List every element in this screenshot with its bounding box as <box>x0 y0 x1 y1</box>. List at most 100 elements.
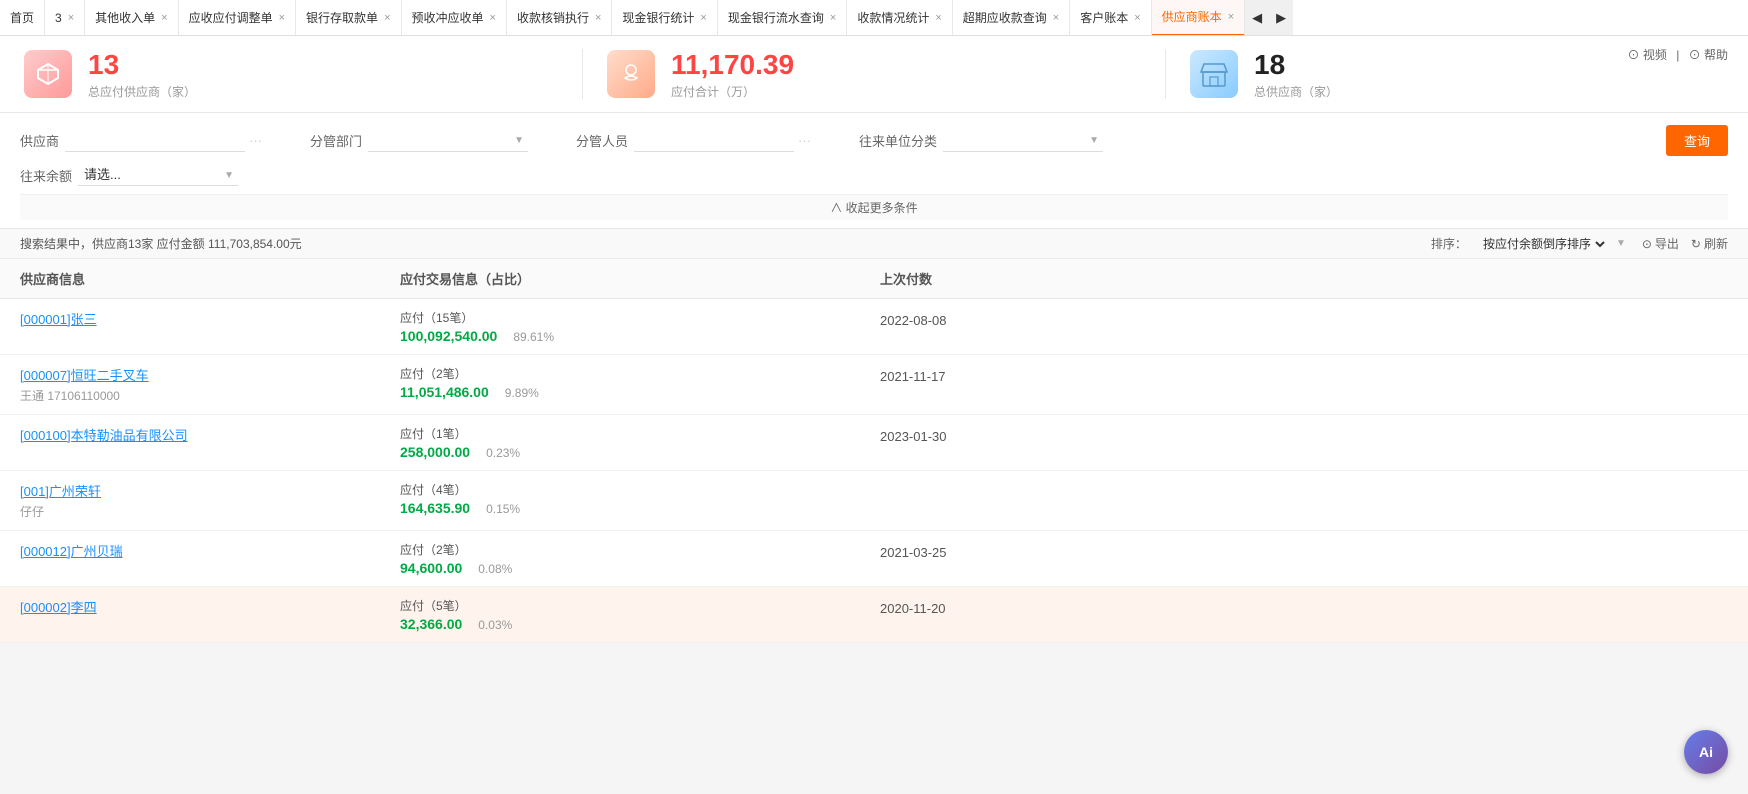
payable-count-4: 应付（4笔） <box>400 481 880 498</box>
close-icon[interactable]: × <box>490 12 496 24</box>
nav-tab-collection[interactable]: 收款核销执行 × <box>507 0 612 36</box>
category-select[interactable] <box>943 130 1103 152</box>
nav-tab-supplier-account[interactable]: 供应商账本 × <box>1152 0 1245 36</box>
payable-info-4: 应付（4笔） 164,635.90 0.15% <box>400 481 880 516</box>
ai-badge[interactable]: Ai <box>1684 730 1728 774</box>
table-row: [000007]恒旺二手叉车 王通 17106110000 应付（2笔） 11,… <box>0 355 1748 415</box>
payable-pct-3: 0.23% <box>486 446 520 460</box>
person-input[interactable] <box>634 130 794 152</box>
dept-select[interactable] <box>368 130 528 152</box>
supplier-info-5: [000012]广州贝瑞 <box>20 541 400 560</box>
last-pay-5: 2021-03-25 <box>880 541 1728 560</box>
chevron-down-icon: ▼ <box>1616 238 1626 249</box>
close-icon[interactable]: × <box>700 12 706 24</box>
supplier-info-6: [000002]李四 <box>20 597 400 616</box>
supplier-link-6[interactable]: [000002]李四 <box>20 597 400 616</box>
payable-amount-3: 258,000.00 <box>400 444 470 460</box>
filter-row-2: 往来余额 请选... ▼ <box>20 164 1728 186</box>
nav-tab-t3-label: 3 <box>55 11 62 25</box>
video-link[interactable]: ⊙ 视频 <box>1627 48 1666 62</box>
top-links: ⊙ 视频 | ⊙ 帮助 <box>1627 46 1728 63</box>
supplier-input[interactable] <box>65 130 245 152</box>
result-bar: 搜索结果中，供应商13家 应付金额 111,703,854.00元 排序： 按应… <box>0 229 1748 259</box>
balance-filter-label: 往来余额 <box>20 166 72 185</box>
supplier-sub-2: 王通 17106110000 <box>20 387 400 404</box>
filter-dept: 分管部门 ▼ <box>310 130 528 152</box>
last-pay-date-6: 2020-11-20 <box>880 597 1728 616</box>
nav-tab-other-income-label: 其他收入单 <box>95 9 155 26</box>
export-button[interactable]: ⊙ 导出 <box>1642 235 1679 252</box>
payable-count-6: 应付（5笔） <box>400 597 880 614</box>
nav-tab-advance[interactable]: 预收冲应收单 × <box>402 0 507 36</box>
nav-arrow-right[interactable]: ▶ <box>1269 0 1293 36</box>
nav-tab-cash-bank-flow[interactable]: 现金银行流水查询 × <box>718 0 847 36</box>
supplier-link-1[interactable]: [000001]张三 <box>20 309 400 328</box>
payable-count-5: 应付（2笔） <box>400 541 880 558</box>
table-row: [000012]广州贝瑞 应付（2笔） 94,600.00 0.08% 2021… <box>0 531 1748 587</box>
close-icon[interactable]: × <box>830 12 836 24</box>
supplier-link-2[interactable]: [000007]恒旺二手叉车 <box>20 365 400 384</box>
refresh-icon: ↻ <box>1691 237 1701 251</box>
close-icon[interactable]: × <box>279 12 285 24</box>
nav-tab-ap-adjust[interactable]: 应收应付调整单 × <box>179 0 296 36</box>
last-pay-date-3: 2023-01-30 <box>880 425 1728 444</box>
collapse-button[interactable]: ∧ 收起更多条件 <box>20 194 1728 220</box>
query-button[interactable]: 查询 <box>1666 125 1728 156</box>
nav-tab-overdue[interactable]: 超期应收款查询 × <box>953 0 1070 36</box>
close-icon[interactable]: × <box>1053 12 1059 24</box>
supplier-more-icon[interactable]: ··· <box>249 133 262 148</box>
payable-pct-1: 89.61% <box>513 330 554 344</box>
table-header: 供应商信息 应付交易信息（占比） 上次付数 <box>0 259 1748 299</box>
nav-tab-t3[interactable]: 3 × <box>45 0 85 36</box>
supplier-link-5[interactable]: [000012]广州贝瑞 <box>20 541 400 560</box>
supplier-link-3[interactable]: [000100]本特勒油品有限公司 <box>20 425 400 444</box>
supplier-info-4: [001]广州荣轩 仔仔 <box>20 481 400 520</box>
person-more-icon[interactable]: ··· <box>798 133 811 148</box>
last-pay-4 <box>880 481 1728 485</box>
close-icon[interactable]: × <box>595 12 601 24</box>
filter-row-1: 供应商 ··· 分管部门 ▼ 分管人员 ··· 往来单位分类 <box>20 125 1728 156</box>
sort-label: 排序： <box>1431 235 1467 252</box>
payable-amount-5: 94,600.00 <box>400 560 462 576</box>
export-icon: ⊙ <box>1642 237 1652 251</box>
nav-tab-cash-bank-flow-label: 现金银行流水查询 <box>728 9 824 26</box>
nav-tab-t3-close[interactable]: × <box>68 12 74 24</box>
last-pay-3: 2023-01-30 <box>880 425 1728 444</box>
nav-tab-bank-deposit[interactable]: 银行存取款单 × <box>296 0 401 36</box>
nav-tab-collection-stats[interactable]: 收款情况统计 × <box>847 0 952 36</box>
help-link[interactable]: ⊙ 帮助 <box>1689 48 1728 62</box>
refresh-button[interactable]: ↻ 刷新 <box>1691 235 1728 252</box>
close-icon[interactable]: × <box>384 12 390 24</box>
dept-select-wrap: ▼ <box>368 130 528 152</box>
payable-info-5: 应付（2笔） 94,600.00 0.08% <box>400 541 880 576</box>
summary-item-payable-suppliers: 13 总应付供应商（家） <box>20 46 562 102</box>
close-icon[interactable]: × <box>935 12 941 24</box>
nav-tab-cash-bank-stats[interactable]: 现金银行统计 × <box>612 0 717 36</box>
total-payable-suppliers-number: 13 <box>88 48 196 82</box>
divider <box>1165 49 1166 99</box>
nav-tab-home[interactable]: 首页 <box>0 0 45 36</box>
close-icon[interactable]: × <box>161 12 167 24</box>
dept-filter-label: 分管部门 <box>310 131 362 150</box>
nav-tab-collection-label: 收款核销执行 <box>517 9 589 26</box>
header-last-pay: 上次付数 <box>880 269 1728 288</box>
nav-tab-other-income[interactable]: 其他收入单 × <box>85 0 178 36</box>
shop-icon <box>1186 46 1242 102</box>
sort-select[interactable]: 按应付余额倒序排序 <box>1479 236 1608 252</box>
supplier-sub-4: 仔仔 <box>20 503 400 520</box>
nav-tab-ap-adjust-label: 应收应付调整单 <box>189 9 273 26</box>
nav-arrow-left[interactable]: ◀ <box>1245 0 1269 36</box>
summary-item-payable-total: 11,170.39 应付合计（万） <box>603 46 1145 102</box>
supplier-info-1: [000001]张三 <box>20 309 400 328</box>
payable-pct-5: 0.08% <box>478 562 512 576</box>
last-pay-2: 2021-11-17 <box>880 365 1728 384</box>
close-icon[interactable]: × <box>1134 12 1140 24</box>
payable-info-2: 应付（2笔） 11,051,486.00 9.89% <box>400 365 880 400</box>
balance-select[interactable]: 请选... <box>78 164 238 186</box>
total-suppliers-number: 18 <box>1254 48 1338 82</box>
payable-info-1: 应付（15笔） 100,092,540.00 89.61% <box>400 309 880 344</box>
nav-tab-customer-account[interactable]: 客户账本 × <box>1070 0 1151 36</box>
category-filter-label: 往来单位分类 <box>859 131 937 150</box>
supplier-link-4[interactable]: [001]广州荣轩 <box>20 481 400 500</box>
close-icon[interactable]: × <box>1228 11 1234 23</box>
